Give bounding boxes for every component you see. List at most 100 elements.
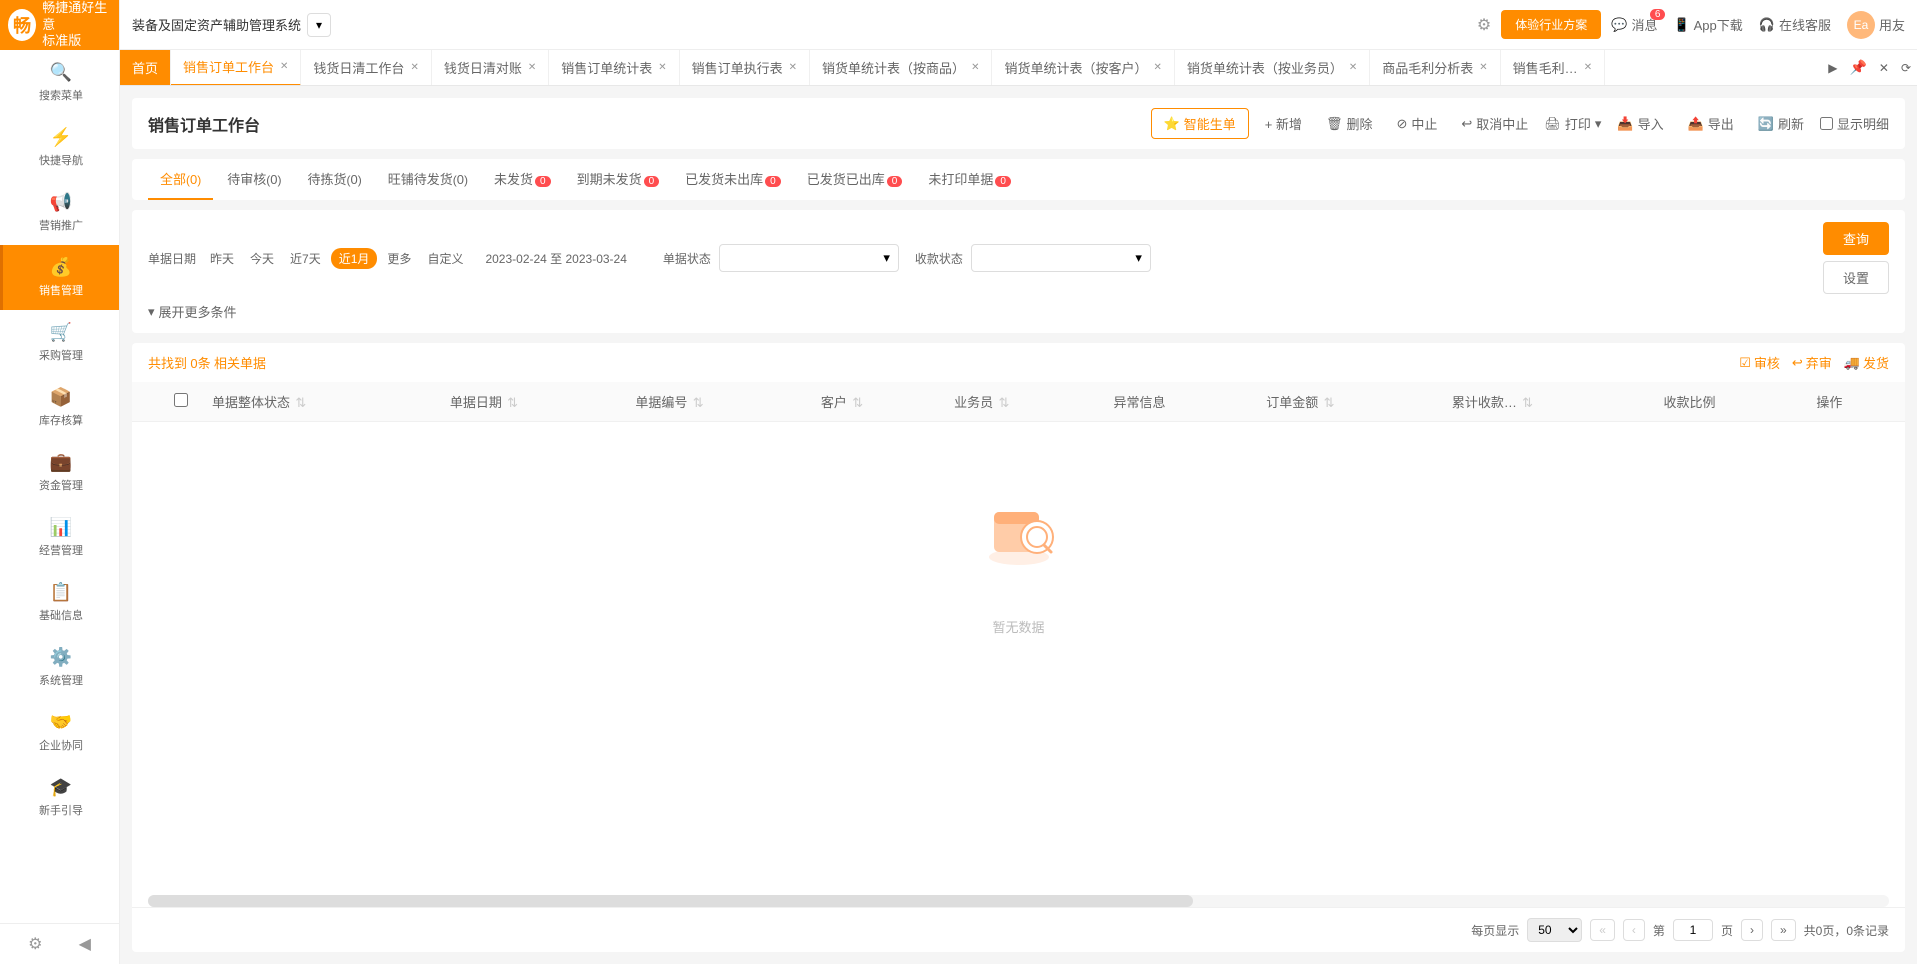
col-number[interactable]: 单据编号 ⇅ (623, 382, 809, 422)
tab-close-consign-staff[interactable]: ✕ (1349, 62, 1357, 73)
set-button[interactable]: 设置 (1823, 261, 1889, 294)
first-page-button[interactable]: « (1590, 919, 1615, 941)
date-today-btn[interactable]: 今天 (244, 248, 280, 269)
payment-filter: 收款状态 ▾ (915, 244, 1151, 272)
tabs-more-button[interactable]: ▶ (1822, 57, 1843, 79)
collapse-button[interactable]: ◀ (79, 934, 91, 954)
tab-close-sales-workbench[interactable]: ✕ (280, 61, 288, 72)
sidebar-item-system[interactable]: ⚙️ 系统管理 (0, 635, 119, 700)
sidebar-item-search[interactable]: 🔍 搜索菜单 (0, 50, 119, 115)
tabs-pin-button[interactable]: 📌 (1843, 55, 1872, 80)
import-button[interactable]: 📥 导入 (1609, 110, 1671, 137)
message-action[interactable]: 💬 消息 6 (1611, 15, 1657, 34)
tab-close-consign-prod[interactable]: ✕ (971, 62, 979, 73)
scroll-thumb[interactable] (148, 895, 1193, 907)
tab-consign-staff[interactable]: 销货单统计表（按业务员） ✕ (1175, 50, 1370, 86)
industry-solution-button[interactable]: 体验行业方案 (1501, 10, 1601, 39)
app-download-action[interactable]: 📱 App下载 (1673, 15, 1742, 34)
date-7days-btn[interactable]: 近7天 (284, 248, 327, 269)
page-size-select[interactable]: 50 10 20 100 (1527, 918, 1582, 942)
filter-tab-not-shipped[interactable]: 未发货0 (482, 159, 563, 200)
col-status[interactable]: 单据整体状态 ⇅ (200, 382, 438, 422)
tab-cash-daily[interactable]: 钱货日清工作台 ✕ (301, 50, 431, 86)
filter-tab-overdue-ship[interactable]: 到期未发货0 (565, 159, 672, 200)
select-all-checkbox[interactable] (174, 393, 188, 407)
payment-select[interactable]: ▾ (971, 244, 1151, 272)
sidebar-item-operation[interactable]: 📊 经营管理 (0, 505, 119, 570)
sidebar-item-quick[interactable]: ⚡ 快捷导航 (0, 115, 119, 180)
expand-filter-button[interactable]: ▾ 展开更多条件 (148, 302, 1889, 321)
date-1month-btn[interactable]: 近1月 (331, 248, 378, 269)
table-area: 共找到 0条 相关单据 ☑ 审核 ↩ 弃审 🚚 发货 (132, 343, 1905, 952)
settings-button[interactable]: ⚙ (28, 934, 42, 954)
sidebar-item-finance[interactable]: 💼 资金管理 (0, 440, 119, 505)
tab-close-gross-profit[interactable]: ✕ (1479, 62, 1487, 73)
sidebar-item-purchase[interactable]: 🛒 采购管理 (0, 310, 119, 375)
sidebar-item-marketing[interactable]: 📢 营销推广 (0, 180, 119, 245)
tab-close-cash-daily[interactable]: ✕ (410, 62, 418, 73)
tab-cash-account[interactable]: 钱货日清对账 ✕ (432, 50, 549, 86)
print-button[interactable]: 🖨 打印 ▾ (1544, 114, 1601, 133)
query-button[interactable]: 查询 (1823, 222, 1889, 255)
last-page-button[interactable]: » (1771, 919, 1796, 941)
col-received[interactable]: 累计收款… ⇅ (1440, 382, 1652, 422)
tabs-refresh-button[interactable]: ⟳ (1895, 57, 1917, 79)
export-button[interactable]: 📤 导出 (1680, 110, 1742, 137)
sidebar-item-sales[interactable]: 💰 销售管理 (0, 245, 119, 310)
filter-tab-all[interactable]: 全部(0) (148, 159, 213, 200)
filter-tab-shipped-out[interactable]: 已发货已出库0 (795, 159, 915, 200)
tab-sales-exec[interactable]: 销售订单执行表 ✕ (680, 50, 810, 86)
col-staff[interactable]: 业务员 ⇅ (942, 382, 1101, 422)
next-page-button[interactable]: › (1741, 919, 1763, 941)
col-date[interactable]: 单据日期 ⇅ (438, 382, 624, 422)
col-amount[interactable]: 订单金额 ⇅ (1254, 382, 1440, 422)
cancel-suspend-button[interactable]: ↩ 取消中止 (1453, 110, 1536, 137)
tab-close-consign-cust[interactable]: ✕ (1153, 62, 1161, 73)
tab-consign-prod[interactable]: 销货单统计表（按商品） ✕ (810, 50, 992, 86)
unrev-button[interactable]: ↩ 弃审 (1792, 353, 1832, 372)
tab-sales-workbench[interactable]: 销售订单工作台 ✕ (171, 50, 301, 86)
filter-tab-pending-review[interactable]: 待审核(0) (215, 159, 293, 200)
suspend-button[interactable]: ⊘ 中止 (1388, 110, 1445, 137)
tabs-close-all-button[interactable]: ✕ (1873, 57, 1895, 79)
tab-close-cash-account[interactable]: ✕ (528, 62, 536, 73)
settings-gear-button[interactable]: ⚙ (1477, 15, 1491, 35)
sidebar-item-guide[interactable]: 🎓 新手引导 (0, 765, 119, 830)
table-toolbar: 共找到 0条 相关单据 ☑ 审核 ↩ 弃审 🚚 发货 (132, 343, 1905, 382)
date-yesterday-btn[interactable]: 昨天 (204, 248, 240, 269)
review-button[interactable]: ☑ 审核 (1739, 353, 1780, 372)
sidebar-item-corp[interactable]: 🤝 企业协同 (0, 700, 119, 765)
show-detail-checkbox[interactable]: 显示明细 (1820, 114, 1889, 133)
page-input[interactable] (1673, 919, 1713, 941)
add-button[interactable]: + 新增 (1257, 110, 1310, 137)
col-customer[interactable]: 客户 ⇅ (809, 382, 942, 422)
sidebar-item-inventory[interactable]: 📦 库存核算 (0, 375, 119, 440)
filter-tab-not-printed[interactable]: 未打印单据0 (916, 159, 1023, 200)
filter-tab-shipped-no-out[interactable]: 已发货未出库0 (673, 159, 793, 200)
date-custom-btn[interactable]: 自定义 (421, 248, 469, 269)
user-action[interactable]: Ea 用友 (1847, 11, 1905, 39)
tab-home[interactable]: 首页 (120, 50, 171, 86)
system-dropdown[interactable]: ▾ (307, 13, 331, 37)
tab-sales-stats[interactable]: 销售订单统计表 ✕ (549, 50, 679, 86)
refresh-button[interactable]: 🔄 刷新 (1750, 110, 1812, 137)
date-more-btn[interactable]: 更多 (381, 248, 417, 269)
scroll-track[interactable] (148, 895, 1889, 907)
tab-gross-profit[interactable]: 商品毛利分析表 ✕ (1370, 50, 1500, 86)
system-title: 装备及固定资产辅助管理系统 ▾ (132, 13, 1467, 37)
status-select[interactable]: ▾ (719, 244, 899, 272)
sidebar-item-basic[interactable]: 📋 基础信息 (0, 570, 119, 635)
tab-sales-more[interactable]: 销售毛利… ✕ (1501, 50, 1605, 86)
smart-gen-button[interactable]: ⭐ 智能生单 (1151, 108, 1249, 139)
delete-button[interactable]: 🗑 删除 (1318, 110, 1381, 137)
filter-tab-wangpu-ship[interactable]: 旺铺待发货(0) (376, 159, 480, 200)
filter-tab-pending-inspect[interactable]: 待拣货(0) (296, 159, 374, 200)
tab-consign-cust[interactable]: 销货单统计表（按客户） ✕ (992, 50, 1174, 86)
tab-close-sales-stats[interactable]: ✕ (658, 62, 666, 73)
tab-close-sales-exec[interactable]: ✕ (789, 62, 797, 73)
tab-close-sales-more[interactable]: ✕ (1584, 62, 1592, 73)
ship-button[interactable]: 🚚 发货 (1844, 353, 1889, 372)
online-service-action[interactable]: 🎧 在线客服 (1759, 15, 1831, 34)
prev-page-button[interactable]: ‹ (1623, 919, 1645, 941)
date-options: 昨天 今天 近7天 近1月 更多 自定义 (204, 248, 469, 269)
